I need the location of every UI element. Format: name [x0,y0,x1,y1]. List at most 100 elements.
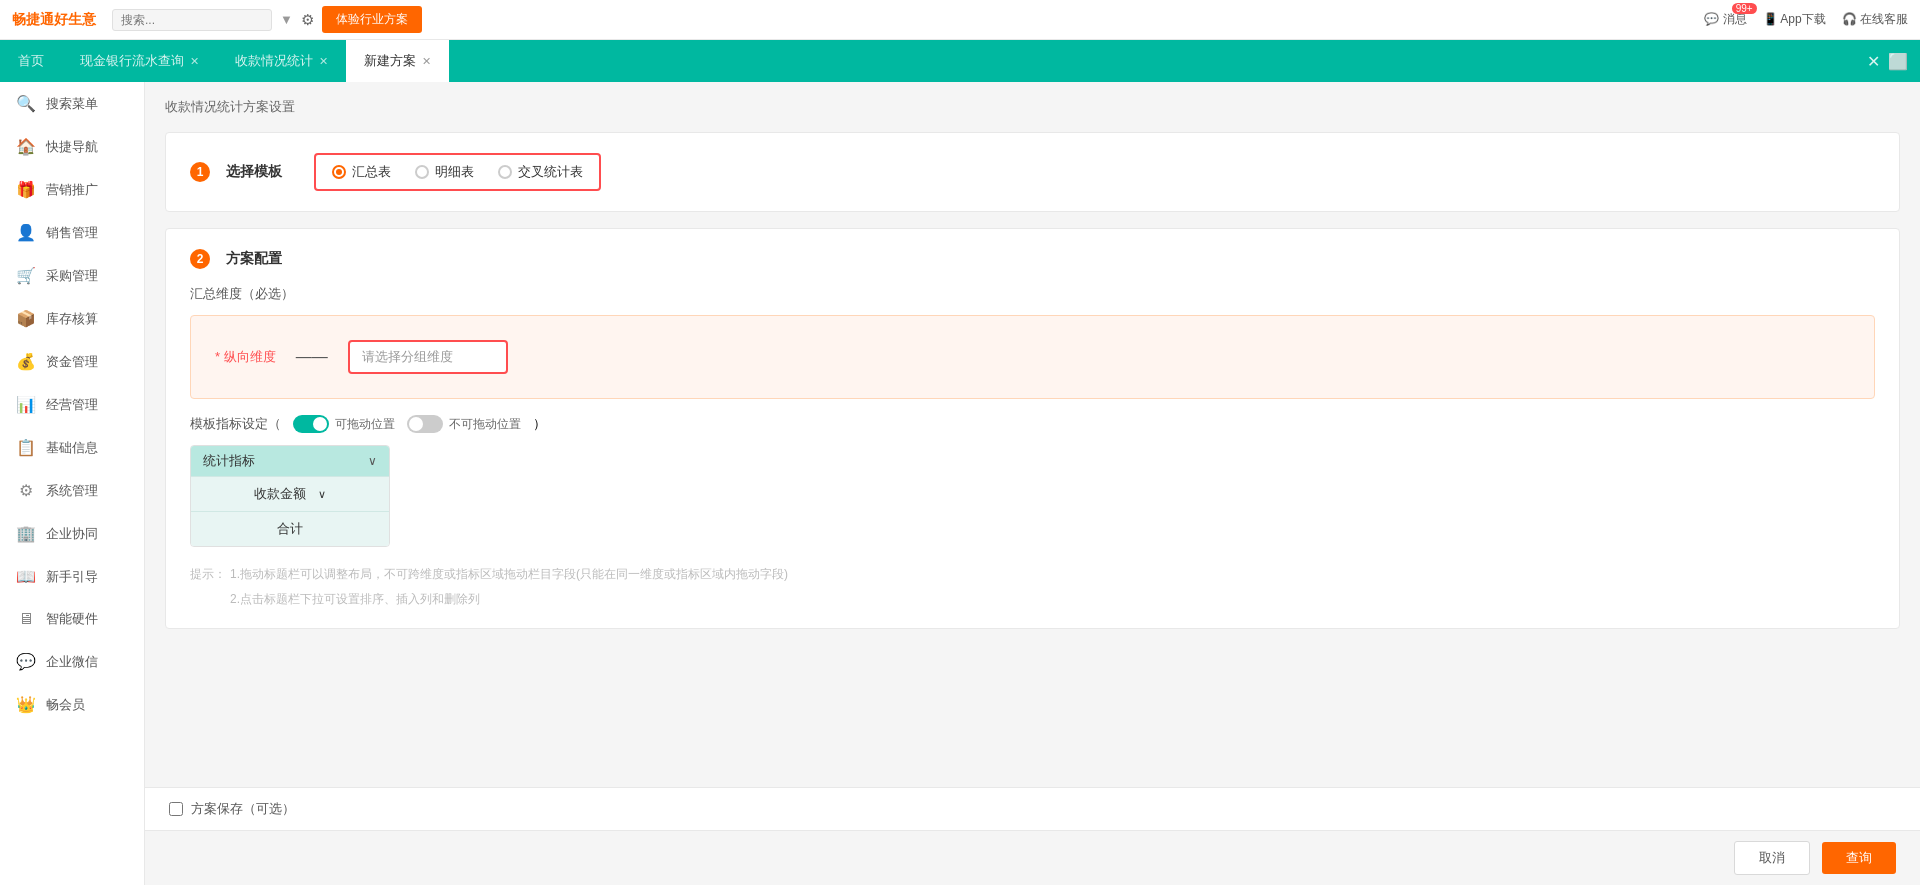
sidebar-item-corp-label: 企业协同 [46,525,98,543]
gear-icon[interactable]: ⚙ [301,11,314,29]
message-label: 消息 [1723,12,1747,26]
sidebar-item-quick[interactable]: 🏠 快捷导航 [0,125,144,168]
save-checkbox[interactable] [169,802,183,816]
radio-detail-label: 明细表 [435,163,474,181]
tab-receipt-label: 收款情况统计 [235,52,313,70]
metrics-chevron-icon[interactable]: ∨ [368,454,377,468]
tip-item-2: 2.点击标题栏下拉可设置排序、插入列和删除列 [230,592,480,606]
chat-icon: 💬 [16,652,36,671]
sidebar-item-marketing[interactable]: 🎁 营销推广 [0,168,144,211]
radio-dot-cross [498,165,512,179]
metrics-table: 统计指标 ∨ 收款金额 ∨ 合计 [190,445,390,547]
sidebar-item-wechat-label: 企业微信 [46,653,98,671]
sidebar-item-inventory-label: 库存核算 [46,310,98,328]
sidebar-item-corp[interactable]: 🏢 企业协同 [0,512,144,555]
message-wrap[interactable]: 💬 消息 99+ [1704,11,1746,28]
toggle1-label: 可拖动位置 [335,416,395,433]
step1-row: 1 选择模板 汇总表 明细表 交叉统计表 [190,153,1875,191]
dropdown-arrow-icon[interactable]: ▼ [280,12,293,27]
dimension-select[interactable]: 请选择分组维度 [348,340,508,374]
sidebar-item-guide-label: 新手引导 [46,568,98,586]
sidebar-item-system[interactable]: ⚙ 系统管理 [0,469,144,512]
search-icon: 🔍 [16,94,36,113]
sidebar-item-inventory[interactable]: 📦 库存核算 [0,297,144,340]
building-icon: 🏢 [16,524,36,543]
tab-bank-label: 现金银行流水查询 [80,52,184,70]
user-icon: 👤 [16,223,36,242]
dimension-arrow-icon: —— [296,348,328,366]
logo: 畅捷通好生意 [12,11,96,29]
template-section-block: 1 选择模板 汇总表 明细表 交叉统计表 [165,132,1900,212]
step2-label: 方案配置 [226,250,282,268]
tab-receipt-close-icon[interactable]: ✕ [319,55,328,68]
sidebar-item-basic-label: 基础信息 [46,439,98,457]
radio-cross[interactable]: 交叉统计表 [498,163,583,181]
dimension-row: * 纵向维度 —— 请选择分组维度 [215,340,1850,374]
step1-badge: 1 [190,162,210,182]
sidebar-item-finance[interactable]: 💰 资金管理 [0,340,144,383]
radio-detail[interactable]: 明细表 [415,163,474,181]
sidebar-item-member[interactable]: 👑 畅会员 [0,683,144,726]
tab-new-plan[interactable]: 新建方案 ✕ [346,40,449,82]
monitor-icon: 🖥 [16,610,36,628]
footer-bar: 取消 查询 [145,830,1920,885]
sidebar-item-system-label: 系统管理 [46,482,98,500]
top-right-actions: 💬 消息 99+ 📱 App下载 🎧 在线客服 [1704,11,1908,28]
sidebar-item-finance-label: 资金管理 [46,353,98,371]
sidebar-item-marketing-label: 营销推广 [46,181,98,199]
dimension-sub-section: 汇总维度（必选） * 纵向维度 —— 请选择分组维度 [190,285,1875,399]
tab-bank-close-icon[interactable]: ✕ [190,55,199,68]
sidebar-item-sales-label: 销售管理 [46,224,98,242]
tab-new-plan-label: 新建方案 [364,52,416,70]
content-area: 收款情况统计方案设置 1 选择模板 汇总表 明细表 [145,82,1920,885]
sidebar-item-operations[interactable]: 📊 经营管理 [0,383,144,426]
sidebar-item-hardware[interactable]: 🖥 智能硬件 [0,598,144,640]
chart-icon: 📊 [16,395,36,414]
sidebar-item-purchase[interactable]: 🛒 采购管理 [0,254,144,297]
sidebar-item-guide[interactable]: 📖 新手引导 [0,555,144,598]
page-title: 收款情况统计方案设置 [165,98,1900,116]
config-section-block: 2 方案配置 汇总维度（必选） * 纵向维度 —— 请选择分组维度 [165,228,1900,629]
step2-badge: 2 [190,249,210,269]
tab-home-label: 首页 [18,52,44,70]
service-label[interactable]: 🎧 在线客服 [1842,11,1908,28]
metrics-row-amount-chevron[interactable]: ∨ [318,488,326,500]
radio-dot-detail [415,165,429,179]
radio-cross-label: 交叉统计表 [518,163,583,181]
sidebar-item-basic[interactable]: 📋 基础信息 [0,426,144,469]
tab-new-plan-close-icon[interactable]: ✕ [422,55,431,68]
dimension-select-placeholder: 请选择分组维度 [362,349,453,364]
tip-item-1: 1.拖动标题栏可以调整布局，不可跨维度或指标区域拖动栏目字段(只能在同一维度或指… [230,566,788,583]
cancel-button[interactable]: 取消 [1734,841,1810,875]
download-label[interactable]: 📱 App下载 [1763,11,1826,28]
sidebar-item-search[interactable]: 🔍 搜索菜单 [0,82,144,125]
toggle2[interactable] [407,415,443,433]
tab-receipt[interactable]: 收款情况统计 ✕ [217,40,346,82]
search-input[interactable] [112,9,272,31]
industry-btn[interactable]: 体验行业方案 [322,6,422,33]
radio-summary[interactable]: 汇总表 [332,163,391,181]
sidebar-item-sales[interactable]: 👤 销售管理 [0,211,144,254]
toggle2-label: 不可拖动位置 [449,416,521,433]
tab-bank[interactable]: 现金银行流水查询 ✕ [62,40,217,82]
save-section: 方案保存（可选） [145,787,1920,830]
message-badge: 99+ [1732,3,1757,14]
sidebar-item-operations-label: 经营管理 [46,396,98,414]
metrics-row-total: 合计 [191,511,389,546]
radio-dot-summary [332,165,346,179]
maximize-icon[interactable]: ⬜ [1888,52,1908,71]
toggle1-wrap: 可拖动位置 [293,415,395,433]
metrics-section-title: 模板指标设定（ [190,415,281,433]
close-window-icon[interactable]: ✕ [1867,52,1880,71]
tab-home[interactable]: 首页 [0,40,62,82]
clipboard-icon: 📋 [16,438,36,457]
sidebar-item-wechat[interactable]: 💬 企业微信 [0,640,144,683]
toggle1[interactable] [293,415,329,433]
tips-section: 提示： 1.拖动标题栏可以调整布局，不可跨维度或指标区域拖动栏目字段(只能在同一… [190,566,1875,608]
crown-icon: 👑 [16,695,36,714]
metrics-header: 模板指标设定（ 可拖动位置 不可拖动位置 ） [190,415,1875,433]
tab-bar: 首页 现金银行流水查询 ✕ 收款情况统计 ✕ 新建方案 ✕ ✕ ⬜ [0,40,1920,82]
metrics-row-amount: 收款金额 ∨ [191,476,389,511]
query-button[interactable]: 查询 [1822,842,1896,874]
page-content: 收款情况统计方案设置 1 选择模板 汇总表 明细表 [145,82,1920,787]
